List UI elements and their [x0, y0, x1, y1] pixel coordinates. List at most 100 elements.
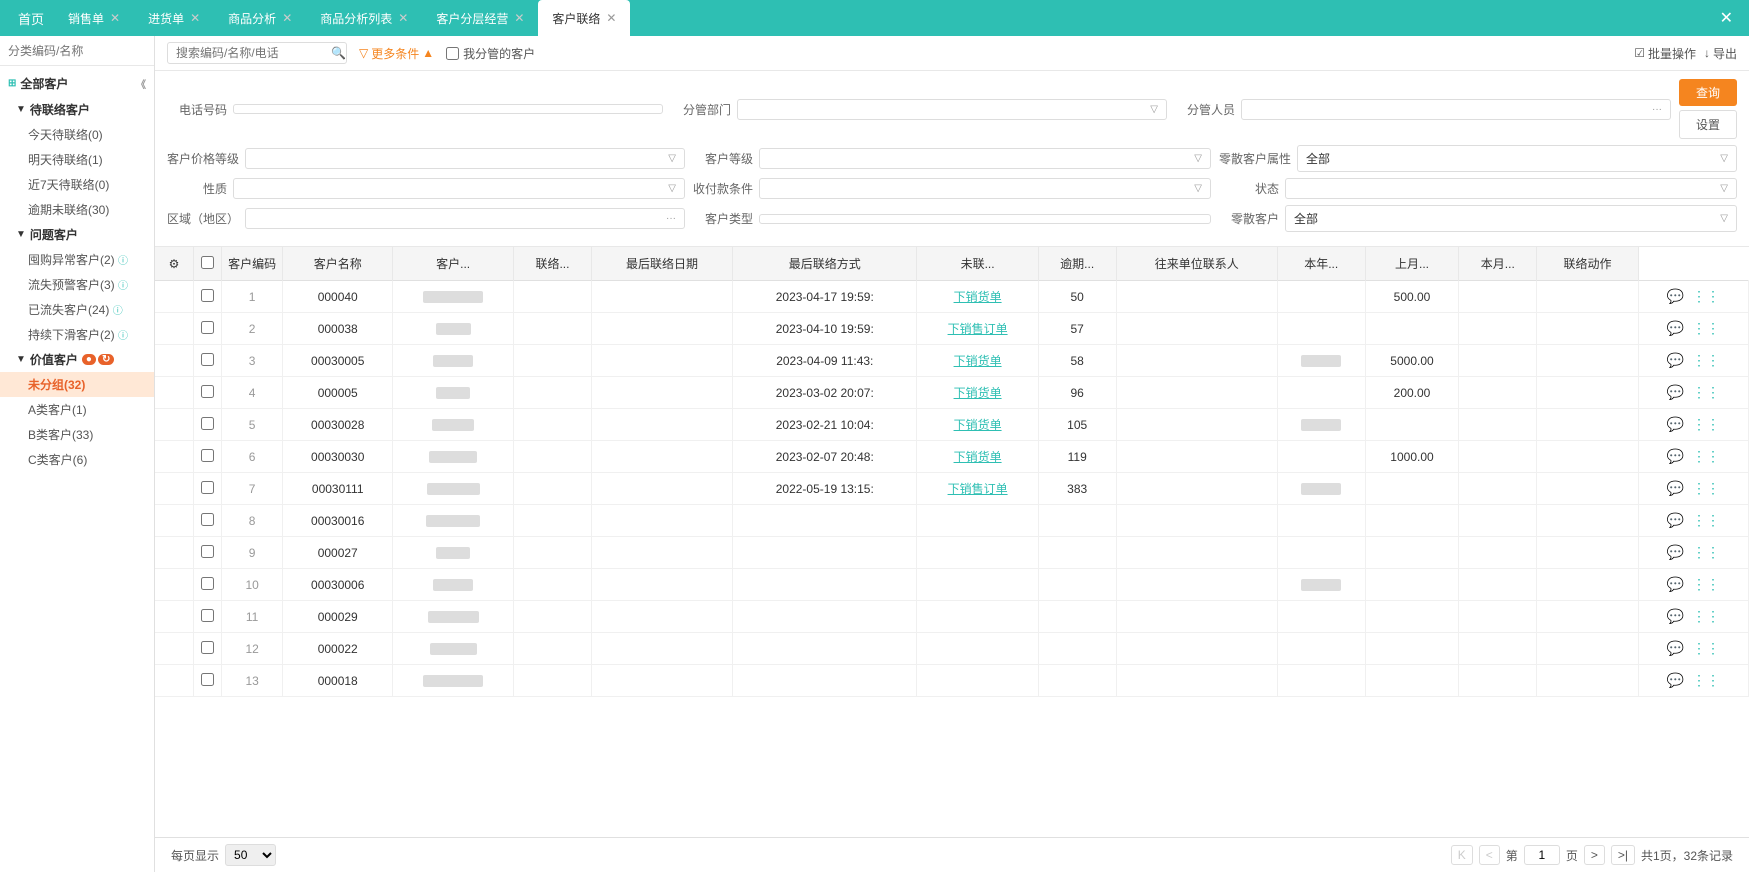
value-section-label[interactable]: ▼ 价值客户 ● ↻: [0, 347, 154, 372]
search-input[interactable]: [176, 46, 331, 60]
export-button[interactable]: ↓ 导出: [1704, 45, 1737, 62]
menu-icon-12[interactable]: ⋮⋮: [1692, 672, 1720, 689]
row-last-way-12[interactable]: [917, 665, 1038, 697]
chat-icon-9[interactable]: 💬: [1667, 576, 1684, 593]
row-action-10[interactable]: 💬 ⋮⋮: [1638, 601, 1748, 633]
row-action-4[interactable]: 💬 ⋮⋮: [1638, 409, 1748, 441]
sidebar-item-tomorrow-pending[interactable]: 明天待联络(1): [0, 147, 154, 172]
sidebar-item-churned[interactable]: 已流失客户(24) ⓘ: [0, 297, 154, 322]
more-conditions-button[interactable]: ▽ 更多条件 ▲: [359, 45, 434, 62]
row-checkbox-0[interactable]: [194, 281, 222, 313]
menu-icon-4[interactable]: ⋮⋮: [1692, 416, 1720, 433]
problem-section-label[interactable]: ▼ 问题客户: [0, 222, 154, 247]
row-checkbox-11[interactable]: [194, 633, 222, 665]
close-product-list-tab[interactable]: ✕: [398, 11, 408, 25]
prev-page-button[interactable]: <: [1479, 845, 1500, 865]
col-checkbox[interactable]: [194, 247, 222, 281]
sidebar-item-class-b[interactable]: B类客户(33): [0, 422, 154, 447]
row-last-way-1[interactable]: 下销售订单: [917, 313, 1038, 345]
menu-icon-6[interactable]: ⋮⋮: [1692, 480, 1720, 497]
region-input[interactable]: ···: [245, 208, 685, 229]
tab-product-analysis-list[interactable]: 商品分析列表 ✕: [306, 0, 422, 36]
menu-icon-11[interactable]: ⋮⋮: [1692, 640, 1720, 657]
row-action-0[interactable]: 💬 ⋮⋮: [1638, 281, 1748, 313]
phone-input[interactable]: [233, 104, 663, 114]
row-action-12[interactable]: 💬 ⋮⋮: [1638, 665, 1748, 697]
row-action-11[interactable]: 💬 ⋮⋮: [1638, 633, 1748, 665]
tab-product-analysis[interactable]: 商品分析 ✕: [214, 0, 306, 36]
next-page-button[interactable]: >: [1584, 845, 1605, 865]
row-action-5[interactable]: 💬 ⋮⋮: [1638, 441, 1748, 473]
row-action-9[interactable]: 💬 ⋮⋮: [1638, 569, 1748, 601]
close-purchase-tab[interactable]: ✕: [190, 11, 200, 25]
sidebar-item-declining[interactable]: 持续下滑客户(2) ⓘ: [0, 322, 154, 347]
chat-icon-7[interactable]: 💬: [1667, 512, 1684, 529]
chat-icon-10[interactable]: 💬: [1667, 608, 1684, 625]
page-number-input[interactable]: [1524, 845, 1560, 865]
row-last-way-11[interactable]: [917, 633, 1038, 665]
row-last-way-6[interactable]: 下销售订单: [917, 473, 1038, 505]
customer-level-input[interactable]: ▽: [759, 148, 1211, 169]
row-action-2[interactable]: 💬 ⋮⋮: [1638, 345, 1748, 377]
sidebar-item-unclassified[interactable]: 未分组(32): [0, 372, 154, 397]
row-last-way-10[interactable]: [917, 601, 1038, 633]
tab-purchase-order[interactable]: 进货单 ✕: [134, 0, 214, 36]
menu-icon-0[interactable]: ⋮⋮: [1692, 288, 1720, 305]
menu-icon-1[interactable]: ⋮⋮: [1692, 320, 1720, 337]
my-customers-filter[interactable]: 我分管的客户: [446, 45, 535, 62]
sidebar-item-overdue-contact[interactable]: 逾期未联络(30): [0, 197, 154, 222]
chat-icon-8[interactable]: 💬: [1667, 544, 1684, 561]
search-icon[interactable]: 🔍: [331, 46, 346, 60]
dept-input[interactable]: ▽: [737, 99, 1167, 120]
chat-icon-4[interactable]: 💬: [1667, 416, 1684, 433]
query-button[interactable]: 查询: [1679, 79, 1737, 106]
row-checkbox-12[interactable]: [194, 665, 222, 697]
row-last-way-3[interactable]: 下销货单: [917, 377, 1038, 409]
customer-type-input[interactable]: [759, 214, 1211, 224]
row-last-way-8[interactable]: [917, 537, 1038, 569]
gender-input[interactable]: ▽: [233, 178, 685, 199]
menu-icon-10[interactable]: ⋮⋮: [1692, 608, 1720, 625]
staff-input[interactable]: ···: [1241, 99, 1671, 120]
chat-icon-11[interactable]: 💬: [1667, 640, 1684, 657]
menu-icon-3[interactable]: ⋮⋮: [1692, 384, 1720, 401]
row-checkbox-5[interactable]: [194, 441, 222, 473]
chat-icon-2[interactable]: 💬: [1667, 352, 1684, 369]
chat-icon-3[interactable]: 💬: [1667, 384, 1684, 401]
row-action-6[interactable]: 💬 ⋮⋮: [1638, 473, 1748, 505]
retail-attr-input[interactable]: 全部 ▽: [1297, 145, 1737, 172]
select-all-checkbox[interactable]: [201, 256, 214, 269]
row-action-3[interactable]: 💬 ⋮⋮: [1638, 377, 1748, 409]
window-close-button[interactable]: ✕: [1712, 8, 1741, 28]
sidebar-item-churn-warning[interactable]: 流失预警客户(3) ⓘ: [0, 272, 154, 297]
price-level-input[interactable]: ▽: [245, 148, 685, 169]
tab-home[interactable]: 首页: [8, 0, 54, 36]
chat-icon-1[interactable]: 💬: [1667, 320, 1684, 337]
batch-op-button[interactable]: ☑ 批量操作: [1634, 45, 1696, 62]
row-checkbox-4[interactable]: [194, 409, 222, 441]
retail-customer-input[interactable]: 全部 ▽: [1285, 205, 1737, 232]
row-checkbox-7[interactable]: [194, 505, 222, 537]
row-checkbox-2[interactable]: [194, 345, 222, 377]
status-input[interactable]: ▽: [1285, 178, 1737, 199]
sidebar-item-today-pending[interactable]: 今天待联络(0): [0, 122, 154, 147]
chat-icon-12[interactable]: 💬: [1667, 672, 1684, 689]
row-checkbox-6[interactable]: [194, 473, 222, 505]
tab-customer-layering[interactable]: 客户分层经营 ✕: [422, 0, 538, 36]
row-checkbox-1[interactable]: [194, 313, 222, 345]
row-last-way-9[interactable]: [917, 569, 1038, 601]
menu-icon-7[interactable]: ⋮⋮: [1692, 512, 1720, 529]
row-last-way-5[interactable]: 下销货单: [917, 441, 1038, 473]
tab-sales-order[interactable]: 销售单 ✕: [54, 0, 134, 36]
col-settings[interactable]: ⚙: [155, 247, 194, 281]
row-last-way-2[interactable]: 下销货单: [917, 345, 1038, 377]
row-last-way-4[interactable]: 下销货单: [917, 409, 1038, 441]
last-page-button[interactable]: >|: [1611, 845, 1635, 865]
close-sales-order-tab[interactable]: ✕: [110, 11, 120, 25]
close-contact-tab[interactable]: ✕: [606, 11, 616, 25]
menu-icon-5[interactable]: ⋮⋮: [1692, 448, 1720, 465]
first-page-button[interactable]: K: [1451, 845, 1473, 865]
chat-icon-6[interactable]: 💬: [1667, 480, 1684, 497]
row-action-1[interactable]: 💬 ⋮⋮: [1638, 313, 1748, 345]
chat-icon-0[interactable]: 💬: [1667, 288, 1684, 305]
